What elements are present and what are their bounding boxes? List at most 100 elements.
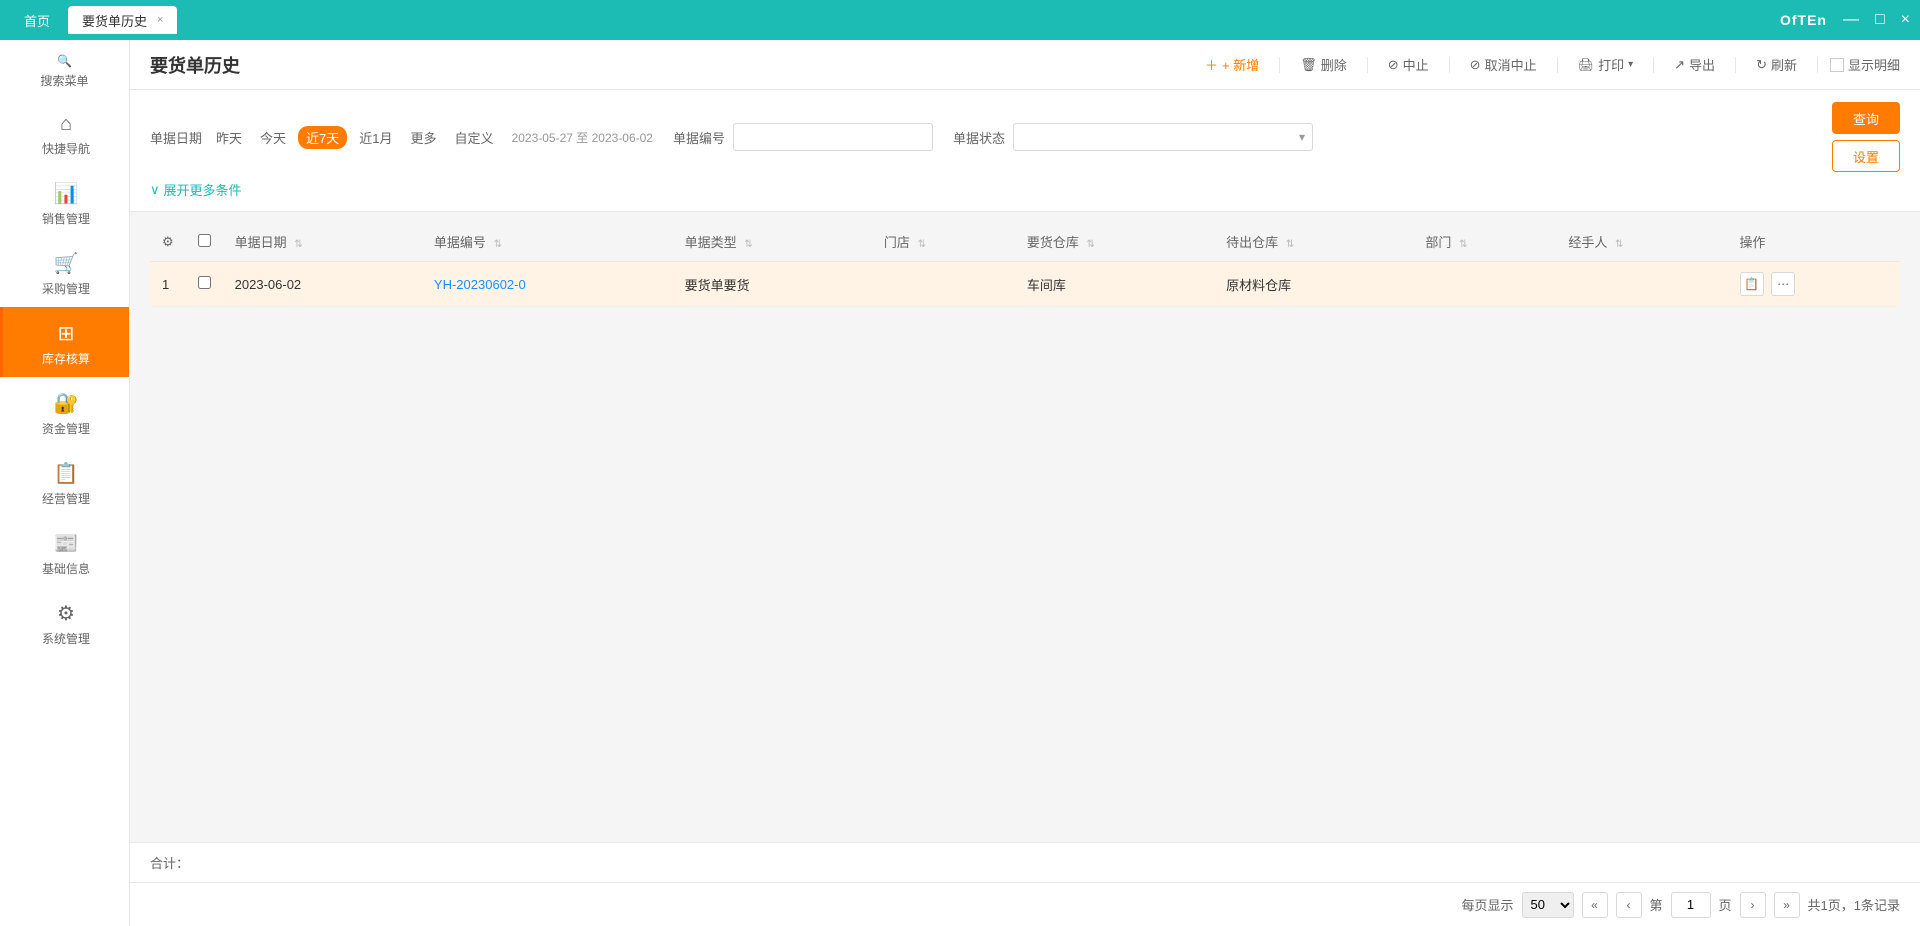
cart-icon: 🛒 [54,251,79,276]
sidebar-item-operations[interactable]: 📋 经营管理 [0,447,129,517]
sort-store-icon[interactable]: ⇅ [918,239,926,250]
tab-active[interactable]: 要货单历史 × [68,6,177,34]
sep4 [1557,57,1558,73]
pagination: 每页显示 10 20 50 100 « ‹ 第 页 › » 共1页，1条记录 [130,882,1920,926]
sort-department-icon[interactable]: ⇅ [1459,239,1467,250]
row-view-button[interactable]: 📋 [1740,272,1764,296]
date-tab-7days[interactable]: 近7天 [298,126,347,149]
sidebar-item-basic-info[interactable]: 📰 基础信息 [0,517,129,587]
date-filter: 单据日期 昨天 今天 近7天 近1月 更多 自定义 2023-05-27 至 2… [150,126,653,149]
window-close-icon[interactable]: × [1901,11,1910,29]
table-header-date: 单据日期 ⇅ [223,222,422,262]
sidebar: 🔍 搜索菜单 ⌂ 快捷导航 📊 销售管理 🛒 采购管理 ⊞ 库存核算 🔐 资金管… [0,40,130,926]
maximize-icon[interactable]: □ [1875,11,1885,29]
row-select-checkbox[interactable] [198,276,211,289]
brand-label: OfTEn [1780,12,1827,28]
export-label: 导出 [1689,55,1715,74]
settings-button[interactable]: 设置 [1832,140,1900,172]
date-tab-1month[interactable]: 近1月 [353,126,398,149]
table-header-settings[interactable]: ⚙ [150,222,186,262]
table-header-pending-warehouse: 待出仓库 ⇅ [1214,222,1413,262]
delete-button[interactable]: 🗑 删除 [1292,51,1355,78]
footer-sum: 合计： [130,842,1920,882]
row-checkbox[interactable] [186,262,223,307]
expand-more-btn[interactable]: ∨ 展开更多条件 [150,180,1900,199]
query-button[interactable]: 查询 [1832,102,1900,134]
sort-date-icon[interactable]: ⇅ [294,239,302,250]
row-actions: 📋 ⋯ [1728,262,1900,307]
row-department [1413,262,1556,307]
table-header-bill-no: 单据编号 ⇅ [422,222,673,262]
display-cell-label: 显示明细 [1848,55,1900,74]
sidebar-item-label: 库存核算 [42,350,90,367]
expand-more-label: 展开更多条件 [164,180,242,199]
sidebar-item-system[interactable]: ⚙ 系统管理 [0,587,129,657]
sidebar-item-inventory[interactable]: ⊞ 库存核算 [0,307,129,377]
tab-active-label: 要货单历史 [82,11,147,30]
bill-no-link[interactable]: YH-20230602-0 [434,277,526,292]
table-area: ⚙ 单据日期 ⇅ 单据编号 ⇅ 单据类型 [130,212,1920,842]
sep2 [1367,57,1368,73]
sep7 [1817,57,1818,73]
sort-bill-type-icon[interactable]: ⇅ [744,239,752,250]
sidebar-item-purchase[interactable]: 🛒 采购管理 [0,237,129,307]
tab-home[interactable]: 首页 [10,6,64,34]
refresh-button[interactable]: ↻ 刷新 [1748,51,1805,78]
date-tab-yesterday[interactable]: 昨天 [210,126,248,149]
page-header: 要货单历史 ＋ + 新增 🗑 删除 ⊘ 中止 ⊘ [130,40,1920,90]
print-chevron-icon: ▾ [1628,59,1633,70]
date-tab-more[interactable]: 更多 [405,126,443,149]
table-header: ⚙ 单据日期 ⇅ 单据编号 ⇅ 单据类型 [150,222,1900,262]
refresh-icon: ↻ [1756,57,1767,73]
tab-home-label: 首页 [24,11,50,30]
next-page-button[interactable]: › [1740,892,1766,918]
sidebar-item-sales[interactable]: 📊 销售管理 [0,167,129,237]
page-number-input[interactable] [1671,892,1711,918]
sort-req-warehouse-icon[interactable]: ⇅ [1087,239,1095,250]
row-bill-no[interactable]: YH-20230602-0 [422,262,673,307]
sort-handler-icon[interactable]: ⇅ [1615,239,1623,250]
print-icon: 🖨 [1578,57,1595,73]
display-cell-button[interactable]: 显示明细 [1830,55,1900,74]
main-content: 要货单历史 ＋ + 新增 🗑 删除 ⊘ 中止 ⊘ [130,40,1920,926]
row-handler [1556,262,1727,307]
new-button[interactable]: ＋ + 新增 [1197,51,1267,78]
first-page-button[interactable]: « [1582,892,1608,918]
cancel-stop-button[interactable]: ⊘ 取消中止 [1462,51,1545,78]
stop-button[interactable]: ⊘ 中止 [1380,51,1437,78]
sidebar-search[interactable]: 🔍 搜索菜单 [0,40,129,99]
display-cell-checkbox[interactable] [1830,58,1844,72]
filter-buttons: 查询 设置 [1832,102,1900,172]
sidebar-item-quick-nav[interactable]: ⌂ 快捷导航 [0,99,129,167]
bill-status-filter: 单据状态 ▾ [953,123,1313,151]
close-tab-icon[interactable]: × [157,14,163,26]
sort-pending-warehouse-icon[interactable]: ⇅ [1286,239,1294,250]
per-page-select[interactable]: 10 20 50 100 [1522,892,1574,918]
sidebar-item-finance[interactable]: 🔐 资金管理 [0,377,129,447]
sum-label: 合计： [150,853,189,872]
delete-icon: 🗑 [1300,57,1317,73]
date-tab-today[interactable]: 今天 [254,126,292,149]
new-label: + 新增 [1222,55,1259,74]
table-header-checkbox[interactable] [186,222,223,262]
bill-status-input[interactable] [1013,123,1313,151]
row-date: 2023-06-02 [223,262,422,307]
date-range-display: 2023-05-27 至 2023-06-02 [512,129,653,146]
bill-status-dropdown-icon[interactable]: ▾ [1299,130,1305,144]
stop-icon: ⊘ [1388,57,1399,73]
date-tab-custom[interactable]: 自定义 [449,126,500,149]
sort-bill-no-icon[interactable]: ⇅ [494,239,502,250]
table-header-department: 部门 ⇅ [1413,222,1556,262]
select-all-checkbox[interactable] [198,234,211,247]
chevron-down-icon: ∨ [150,182,160,198]
export-button[interactable]: ↗ 导出 [1666,51,1723,78]
minimize-icon[interactable]: — [1843,11,1859,29]
row-more-button[interactable]: ⋯ [1771,272,1795,296]
bill-no-input[interactable] [733,123,933,151]
page-label-before: 第 [1650,895,1663,914]
prev-page-button[interactable]: ‹ [1616,892,1642,918]
last-page-button[interactable]: » [1774,892,1800,918]
filter-area: 单据日期 昨天 今天 近7天 近1月 更多 自定义 2023-05-27 至 2… [130,90,1920,212]
print-button[interactable]: 🖨 打印 ▾ [1570,51,1642,78]
export-icon: ↗ [1674,57,1685,73]
